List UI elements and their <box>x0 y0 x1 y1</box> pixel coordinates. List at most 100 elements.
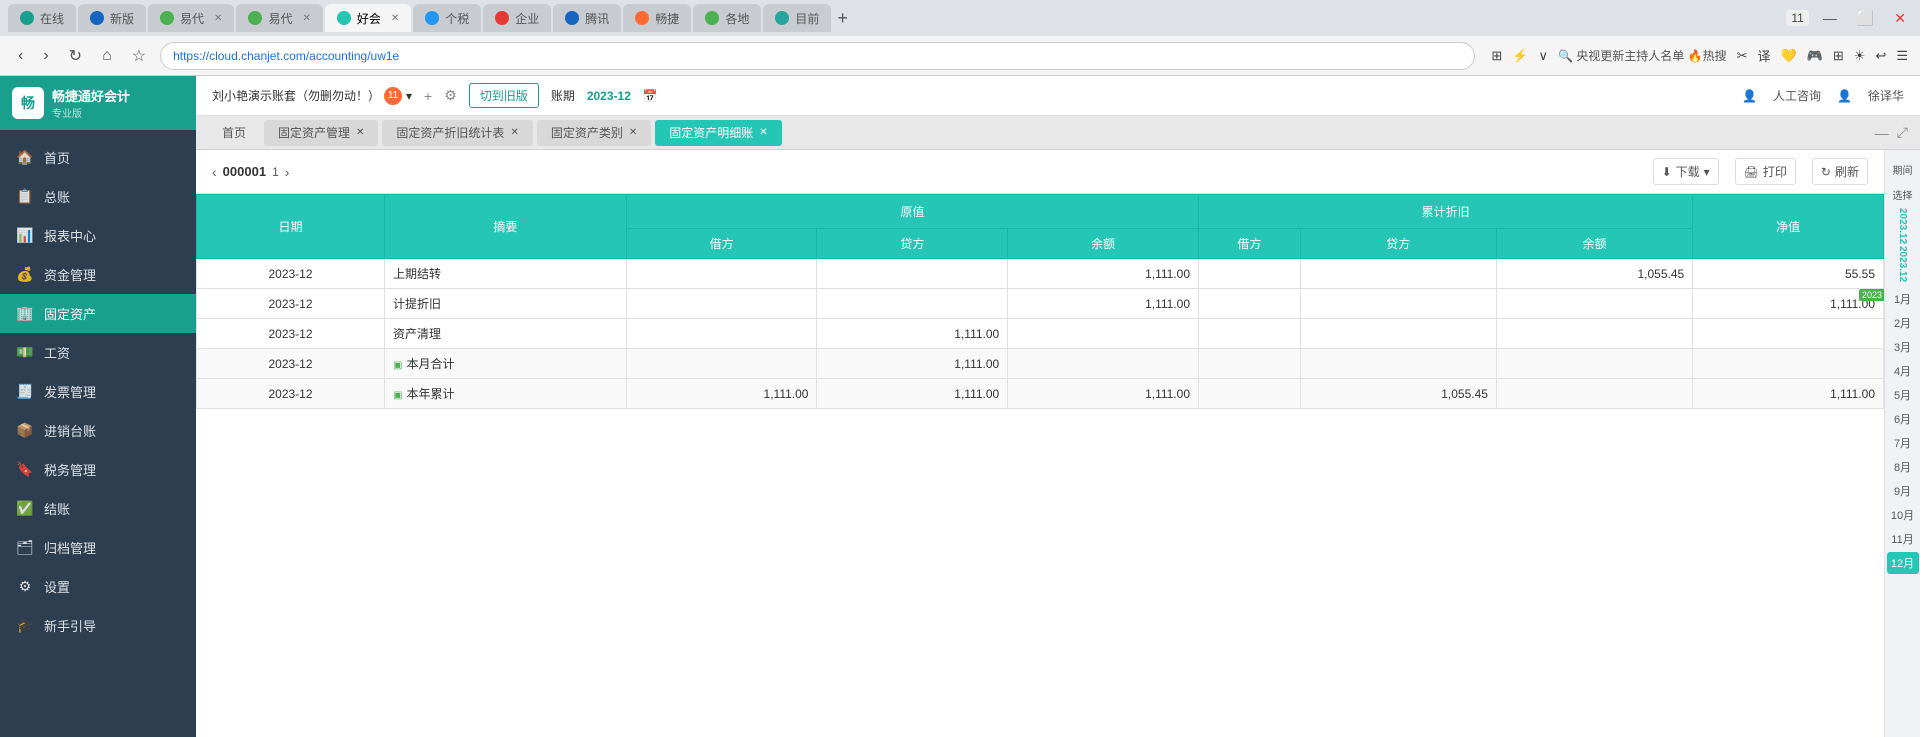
sidebar-item-guide[interactable]: 🎓 新手引导 <box>0 606 196 645</box>
period-month-8[interactable]: 8月 <box>1887 456 1919 478</box>
wallet-icon[interactable]: 💛 <box>1781 48 1797 64</box>
sidebar-item-settings[interactable]: ⚙ 设置 <box>0 567 196 606</box>
period-start-date[interactable]: 2023.12 <box>1897 208 1908 244</box>
fullscreen-panel-button[interactable]: ⤢ <box>1897 124 1908 141</box>
new-tab-button[interactable]: + <box>833 8 852 29</box>
page-tab-fixed-assets-mgmt[interactable]: 固定资产管理 ✕ <box>264 120 378 146</box>
period-month-9[interactable]: 9月 <box>1887 480 1919 502</box>
calendar-icon[interactable]: 📅 <box>643 89 658 103</box>
tab-label-8: 腾讯 <box>585 10 609 27</box>
back-button[interactable]: ‹ <box>12 45 29 67</box>
browser-tab-6[interactable]: 个税 <box>413 4 481 32</box>
sidebar-item-invoice[interactable]: 🧾 发票管理 <box>0 372 196 411</box>
sidebar-item-inventory[interactable]: 📦 进销台账 <box>0 411 196 450</box>
account-selector[interactable]: 刘小艳演示账套（勿删勿动！） 11 ▾ <box>212 87 412 105</box>
browser-tab-5[interactable]: 好会 ✕ <box>325 4 411 32</box>
chevron-down-icon[interactable]: ∨ <box>1539 48 1549 64</box>
row4-ov-credit: 1,111.00 <box>817 349 1008 379</box>
period-month-5[interactable]: 5月 <box>1887 384 1919 406</box>
page-tab-close-3[interactable]: ✕ <box>629 127 637 138</box>
settings-account-button[interactable]: ⚙ <box>444 87 457 104</box>
page-tab-depreciation[interactable]: 固定资产折旧统计表 ✕ <box>382 120 532 146</box>
browser-tab-8[interactable]: 腾讯 <box>553 4 621 32</box>
browser-tab-2[interactable]: 新版 <box>78 4 146 32</box>
sidebar-item-home[interactable]: 🏠 首页 <box>0 138 196 177</box>
browser-tab-11[interactable]: 目前 <box>763 4 831 32</box>
address-input[interactable] <box>160 42 1475 70</box>
tab-favicon-6 <box>425 11 439 25</box>
period-month-12[interactable]: 12月 <box>1887 552 1919 574</box>
customer-service-label[interactable]: 人工咨询 <box>1773 87 1821 104</box>
sidebar-item-tax[interactable]: 🔖 税务管理 <box>0 450 196 489</box>
row1-ov-debit <box>626 259 817 289</box>
refresh-button[interactable]: ↻ <box>63 44 88 68</box>
page-tab-close-4[interactable]: ✕ <box>759 127 767 138</box>
window-close-button[interactable]: ✕ <box>1888 8 1912 29</box>
sidebar-item-reports[interactable]: 📊 报表中心 <box>0 216 196 255</box>
translate-icon[interactable]: 译 <box>1757 46 1770 65</box>
minimize-panel-button[interactable]: — <box>1875 124 1889 141</box>
sidebar-item-fixed-assets[interactable]: 🏢 固定资产 <box>0 294 196 333</box>
add-account-button[interactable]: + <box>424 88 432 104</box>
page-tab-category[interactable]: 固定资产类别 ✕ <box>537 120 651 146</box>
period-month-3[interactable]: 3月 <box>1887 336 1919 358</box>
print-button[interactable]: 🖨 打印 <box>1735 158 1796 185</box>
period-month-7[interactable]: 7月 <box>1887 432 1919 454</box>
sidebar-item-funds[interactable]: 💰 资金管理 <box>0 255 196 294</box>
home-button[interactable]: ⌂ <box>96 45 118 67</box>
window-maximize-button[interactable]: ⬜ <box>1851 8 1880 29</box>
browser-tab-9[interactable]: 畅捷 <box>623 4 691 32</box>
tab-favicon-11 <box>775 11 789 25</box>
period-month-11[interactable]: 11月 <box>1887 528 1919 550</box>
browser-tab-1[interactable]: 在线 <box>8 4 76 32</box>
browser-tab-10[interactable]: 各地 <box>693 4 761 32</box>
browser-tab-4[interactable]: 易代 ✕ <box>236 4 322 32</box>
sidebar-item-closing[interactable]: ✅ 结账 <box>0 489 196 528</box>
grid-icon[interactable]: ⊞ <box>1833 48 1844 64</box>
menu-icon[interactable]: ☰ <box>1896 48 1908 64</box>
page-tab-close-1[interactable]: ✕ <box>356 127 364 138</box>
extensions-icon: ⊞ <box>1491 48 1502 64</box>
undo-icon[interactable]: ↩ <box>1875 48 1886 64</box>
window-minimize-button[interactable]: — <box>1817 8 1843 28</box>
summary-icon: ▣ <box>393 360 402 371</box>
bookmark-button[interactable]: ☆ <box>126 44 152 68</box>
next-page-button[interactable]: › <box>285 164 290 180</box>
brightness-icon[interactable]: ☀ <box>1854 48 1866 64</box>
invoice-icon: 🧾 <box>16 383 34 401</box>
prev-page-button[interactable]: ‹ <box>212 164 217 180</box>
cut-icon[interactable]: ✂ <box>1737 48 1748 64</box>
page-tab-home[interactable]: 首页 <box>208 120 260 146</box>
table-row: 2023-12 资产清理 1,111.00 <box>197 319 1884 349</box>
period-month-2[interactable]: 2月 <box>1887 312 1919 334</box>
period-end-date[interactable]: 2023.12 <box>1897 246 1908 282</box>
period-month-10[interactable]: 10月 <box>1887 504 1919 526</box>
browser-tab-7[interactable]: 企业 <box>483 4 551 32</box>
period-month-1[interactable]: 1月 <box>1887 288 1919 310</box>
period-month-4[interactable]: 4月 <box>1887 360 1919 382</box>
col-dep-balance: 余额 <box>1496 229 1692 259</box>
game-icon[interactable]: 🎮 <box>1807 48 1823 64</box>
sidebar-item-archive[interactable]: 🗂 归档管理 <box>0 528 196 567</box>
tab-close-5[interactable]: ✕ <box>391 13 399 24</box>
sidebar-label-inventory: 进销台账 <box>44 421 96 440</box>
sidebar-header: 畅 畅捷通好会计 专业版 <box>0 76 196 130</box>
summary-icon-2: ▣ <box>393 390 402 401</box>
tab-close-3[interactable]: ✕ <box>214 13 222 24</box>
sidebar-item-ledger[interactable]: 📋 总账 <box>0 177 196 216</box>
page-tab-ledger[interactable]: 固定资产明细账 ✕ <box>655 120 781 146</box>
tab-close-4[interactable]: ✕ <box>302 13 310 24</box>
page-tab-label-1: 固定资产管理 <box>278 124 350 141</box>
download-button[interactable]: ⬇ 下载 ▾ <box>1653 158 1719 185</box>
page-tab-close-2[interactable]: ✕ <box>510 127 518 138</box>
refresh-button[interactable]: ↻ 刷新 <box>1812 158 1868 185</box>
switch-version-button[interactable]: 切到旧版 <box>469 83 539 108</box>
browser-tab-3[interactable]: 易代 ✕ <box>148 4 234 32</box>
support-icon: 👤 <box>1742 89 1757 103</box>
period-month-6[interactable]: 6月 <box>1887 408 1919 430</box>
forward-button[interactable]: › <box>37 45 54 67</box>
row2-dep-debit <box>1199 289 1301 319</box>
row3-dep-balance <box>1496 319 1692 349</box>
sidebar-label-settings: 设置 <box>44 577 70 596</box>
sidebar-item-payroll[interactable]: 💵 工资 <box>0 333 196 372</box>
